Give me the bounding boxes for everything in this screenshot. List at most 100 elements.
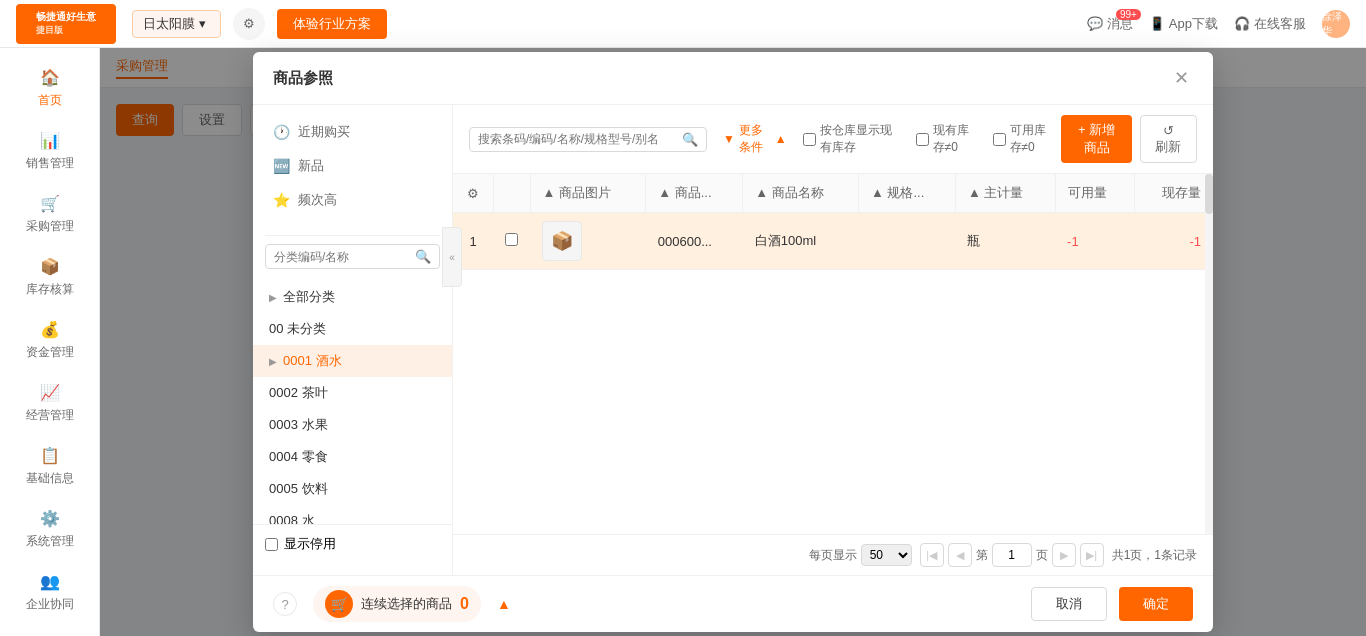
- branch-selector[interactable]: 日太阳膜 ▾: [132, 10, 221, 38]
- last-page-btn[interactable]: ▶|: [1080, 543, 1104, 567]
- product-reference-modal: 商品参照 ✕ 🕐 近期购买 🆕: [253, 52, 1213, 632]
- sidebar-item-system[interactable]: ⚙️ 系统管理: [0, 497, 99, 560]
- sidebar: 🏠 首页 📊 销售管理 🛒 采购管理 📦 库存核算 💰 资金管理 📈 经营管理 …: [0, 48, 100, 636]
- main-layout: 🏠 首页 📊 销售管理 🛒 采购管理 📦 库存核算 💰 资金管理 📈 经营管理 …: [0, 48, 1366, 636]
- exp-btn[interactable]: 体验行业方案: [277, 9, 387, 39]
- category-0005[interactable]: 0005 饮料: [253, 473, 452, 505]
- page-navigation: |◀ ◀ 第 页 ▶ ▶|: [920, 543, 1104, 567]
- category-search-input[interactable]: [274, 250, 411, 264]
- nonzero-stock-label[interactable]: 现有库存≠0: [916, 122, 977, 156]
- quick-tabs: 🕐 近期购买 🆕 新品 ⭐ 频次高: [253, 117, 452, 215]
- col-check: [493, 174, 530, 213]
- show-disabled-checkbox[interactable]: [265, 538, 278, 551]
- col-stock: 现存量: [1134, 174, 1213, 213]
- col-unit[interactable]: ▲ 主计量: [955, 174, 1055, 213]
- table-header-row: ⚙ ▲ 商品图片 ▲ 商品...: [453, 174, 1213, 213]
- user-avatar[interactable]: 徐泽华: [1322, 10, 1350, 38]
- cart-area[interactable]: 🛒 连续选择的商品 0: [313, 586, 481, 622]
- row-spec: [858, 213, 955, 270]
- col-code[interactable]: ▲ 商品...: [646, 174, 743, 213]
- right-panel: 🔍 ▼ 更多条件 ▲ 按仓库显示现有库存: [453, 105, 1213, 575]
- refresh-button[interactable]: ↺ 刷新: [1140, 115, 1197, 163]
- col-settings[interactable]: ⚙: [453, 174, 493, 213]
- col-spec[interactable]: ▲ 规格...: [858, 174, 955, 213]
- left-panel: 🕐 近期购买 🆕 新品 ⭐ 频次高: [253, 105, 453, 575]
- divider: [265, 235, 440, 236]
- page-size-select[interactable]: 20 50 100: [861, 544, 912, 566]
- product-table: ⚙ ▲ 商品图片 ▲ 商品...: [453, 174, 1213, 270]
- category-0001[interactable]: ▶ 0001 酒水: [253, 345, 452, 377]
- collapse-arrow-btn[interactable]: ▲: [497, 596, 511, 612]
- row-checkbox[interactable]: [505, 233, 518, 246]
- page-size-selector[interactable]: 每页显示 20 50 100: [809, 544, 912, 566]
- search-icon[interactable]: 🔍: [415, 249, 431, 264]
- sidebar-item-inventory[interactable]: 📦 库存核算: [0, 245, 99, 308]
- sidebar-item-enterprise[interactable]: 👥 企业协同: [0, 560, 99, 623]
- scrollbar-thumb[interactable]: [1205, 174, 1213, 214]
- product-search-input[interactable]: [478, 132, 678, 146]
- sales-icon: 📊: [39, 129, 61, 151]
- confirm-button[interactable]: 确定: [1119, 587, 1193, 621]
- sidebar-item-home[interactable]: 🏠 首页: [0, 56, 99, 119]
- page-number-input[interactable]: [992, 543, 1032, 567]
- category-00[interactable]: 00 未分类: [253, 313, 452, 345]
- rp-toolbar: 🔍 ▼ 更多条件 ▲ 按仓库显示现有库存: [453, 105, 1213, 174]
- prev-page-btn[interactable]: ◀: [948, 543, 972, 567]
- basic-info-icon: 📋: [39, 444, 61, 466]
- next-page-btn[interactable]: ▶: [1052, 543, 1076, 567]
- tab-new[interactable]: 🆕 新品: [265, 151, 440, 181]
- category-0002[interactable]: 0002 茶叶: [253, 377, 452, 409]
- phone-icon: 📱: [1149, 16, 1165, 31]
- panel-collapse-btn[interactable]: «: [442, 227, 462, 287]
- sidebar-item-operations[interactable]: 📈 经营管理: [0, 371, 99, 434]
- modal-header: 商品参照 ✕: [253, 52, 1213, 105]
- available-stock-checkbox[interactable]: [993, 133, 1006, 146]
- col-image: ▲ 商品图片: [530, 174, 646, 213]
- app-logo: 畅捷通好生意 捷目版: [16, 4, 116, 44]
- product-image: 📦: [542, 221, 582, 261]
- sidebar-item-purchase[interactable]: 🛒 采购管理: [0, 182, 99, 245]
- tab-frequent[interactable]: ⭐ 频次高: [265, 185, 440, 215]
- help-button[interactable]: ?: [273, 592, 297, 616]
- scrollbar-track[interactable]: [1205, 174, 1213, 534]
- first-page-btn[interactable]: |◀: [920, 543, 944, 567]
- rp-actions: + 新增商品 ↺ 刷新: [1061, 115, 1197, 163]
- system-icon: ⚙️: [39, 507, 61, 529]
- sidebar-item-guide[interactable]: 🎯 新手引导: [0, 623, 99, 636]
- table-row[interactable]: 1 📦 000600... 白酒100ml: [453, 213, 1213, 270]
- category-list: ▶ 全部分类 00 未分类 ▶ 0001 酒水 0002 茶: [253, 281, 452, 524]
- row-available: -1: [1055, 213, 1134, 270]
- cancel-button[interactable]: 取消: [1031, 587, 1107, 621]
- sort-icon: ▲: [968, 185, 981, 200]
- warehouse-stock-checkbox[interactable]: [803, 133, 816, 146]
- avatar: 徐泽华: [1322, 10, 1350, 38]
- category-0008[interactable]: 0008 水: [253, 505, 452, 524]
- online-service-btn[interactable]: 🎧 在线客服: [1234, 15, 1306, 33]
- settings-icon[interactable]: ⚙: [233, 8, 265, 40]
- row-check[interactable]: [493, 213, 530, 270]
- messages-btn[interactable]: 💬 消息 99+: [1087, 15, 1133, 33]
- warehouse-stock-label[interactable]: 按仓库显示现有库存: [803, 122, 900, 156]
- pagination: 每页显示 20 50 100 |◀ ◀ 第: [453, 534, 1213, 575]
- category-search[interactable]: 🔍: [265, 244, 440, 269]
- modal-close-button[interactable]: ✕: [1169, 66, 1193, 90]
- nonzero-stock-checkbox[interactable]: [916, 133, 929, 146]
- expand-icon: ▶: [269, 292, 277, 303]
- category-0003[interactable]: 0003 水果: [253, 409, 452, 441]
- tab-recent[interactable]: 🕐 近期购买: [265, 117, 440, 147]
- category-all[interactable]: ▶ 全部分类: [253, 281, 452, 313]
- available-stock-label[interactable]: 可用库存≠0: [993, 122, 1054, 156]
- app-download-btn[interactable]: 📱 App下载: [1149, 15, 1218, 33]
- sidebar-item-basic-info[interactable]: 📋 基础信息: [0, 434, 99, 497]
- sidebar-item-sales[interactable]: 📊 销售管理: [0, 119, 99, 182]
- filter-btn[interactable]: ▼ 更多条件 ▲: [715, 118, 795, 160]
- sidebar-item-finance[interactable]: 💰 资金管理: [0, 308, 99, 371]
- row-code: 000600...: [646, 213, 743, 270]
- search-icon[interactable]: 🔍: [682, 132, 698, 147]
- col-name[interactable]: ▲ 商品名称: [743, 174, 859, 213]
- category-0004[interactable]: 0004 零食: [253, 441, 452, 473]
- navbar-right: 💬 消息 99+ 📱 App下载 🎧 在线客服 徐泽华: [1087, 10, 1350, 38]
- expand-icon-0001: ▶: [269, 356, 277, 367]
- product-search[interactable]: 🔍: [469, 127, 707, 152]
- add-product-button[interactable]: + 新增商品: [1061, 115, 1131, 163]
